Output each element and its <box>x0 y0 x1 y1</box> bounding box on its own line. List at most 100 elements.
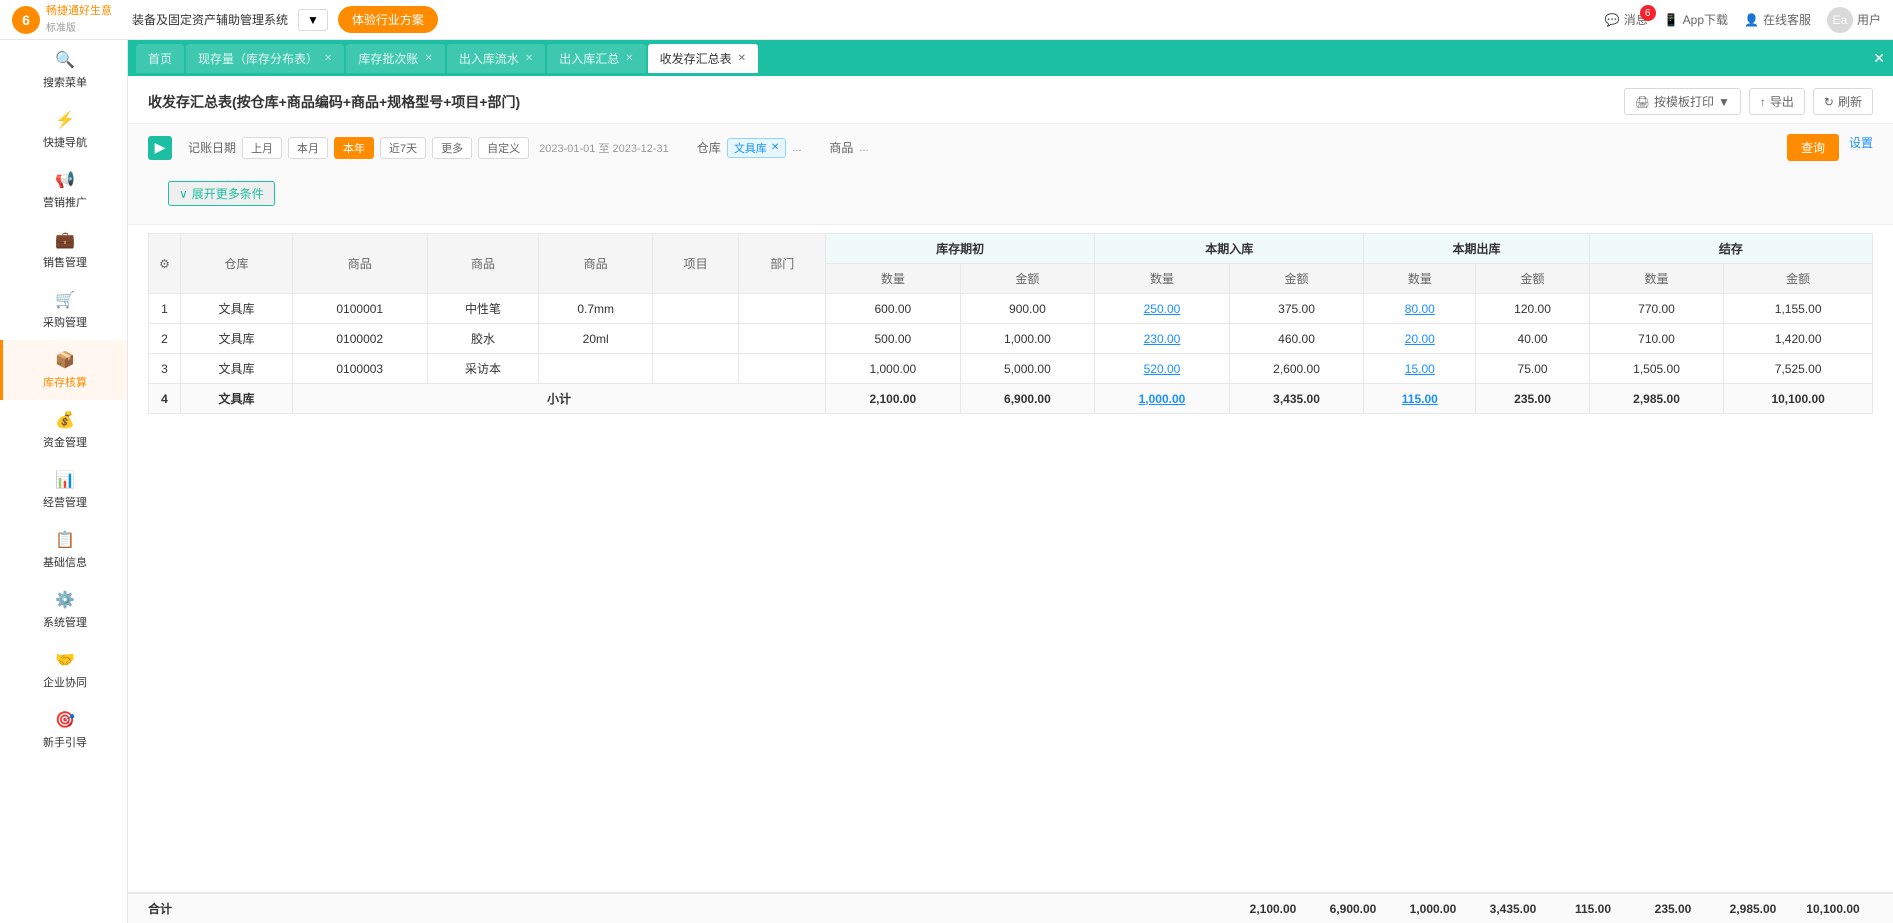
row-out-amt: 75.00 <box>1476 354 1589 384</box>
tab-recv-send-label: 收发存汇总表 <box>660 50 732 67</box>
export-label: 导出 <box>1770 93 1794 110</box>
tab-bar-close[interactable]: ✕ <box>1873 50 1885 67</box>
row-opening-amt: 5,000.00 <box>960 354 1095 384</box>
sidebar-label-finance: 资金管理 <box>43 434 87 450</box>
sales-icon: 💼 <box>55 230 75 250</box>
tab-inout-summary-label: 出入库汇总 <box>559 50 619 67</box>
inventory-icon: 📦 <box>55 350 75 370</box>
sidebar-item-sales[interactable]: 💼 销售管理 <box>0 220 127 280</box>
expand-conditions-button[interactable]: ∨ 展开更多条件 <box>168 181 275 206</box>
sidebar-item-system[interactable]: ⚙️ 系统管理 <box>0 580 127 640</box>
user-button[interactable]: Ea 用户 <box>1827 7 1881 33</box>
row-in-amt: 375.00 <box>1229 294 1364 324</box>
row-in-amt: 460.00 <box>1229 324 1364 354</box>
sub-warehouse: 文具库 <box>181 384 293 414</box>
tab-batch-label: 库存批次账 <box>358 50 418 67</box>
footer-opening-qty: 2,100.00 <box>1233 902 1313 916</box>
app-download-button[interactable]: 📱 App下载 <box>1664 11 1728 28</box>
tab-batch[interactable]: 库存批次账 ✕ <box>346 44 444 73</box>
date-btn-more[interactable]: 更多 <box>432 137 472 159</box>
sidebar-item-marketing[interactable]: 📢 营销推广 <box>0 160 127 220</box>
sidebar-item-business[interactable]: 📊 经营管理 <box>0 460 127 520</box>
logo-text: 畅捷通好生意 <box>46 5 112 18</box>
goods-filter: 商品 ... <box>829 139 868 156</box>
sidebar-item-finance[interactable]: 💰 资金管理 <box>0 400 127 460</box>
col-dept: 部门 <box>739 234 826 294</box>
row-spec: 0.7mm <box>539 294 652 324</box>
sub-balance-amt: 10,100.00 <box>1724 384 1873 414</box>
settings-link[interactable]: 设置 <box>1849 134 1873 151</box>
tab-recv-send-close[interactable]: ✕ <box>738 53 746 64</box>
warehouse-tag-text: 文具库 <box>734 140 767 156</box>
col-in-group: 本期入库 <box>1095 234 1364 264</box>
tab-inout-summary-close[interactable]: ✕ <box>625 53 633 64</box>
sidebar-label-system: 系统管理 <box>43 614 87 630</box>
online-service-label: 在线客服 <box>1763 11 1811 28</box>
date-btn-prev-month[interactable]: 上月 <box>242 137 282 159</box>
row-balance-qty: 710.00 <box>1589 324 1724 354</box>
warehouse-tag: 文具库 ✕ <box>727 138 786 158</box>
footer-in-amt: 3,435.00 <box>1473 902 1553 916</box>
sidebar-item-inventory[interactable]: 📦 库存核算 <box>0 340 127 400</box>
row-dept <box>739 324 826 354</box>
logo-area: 6 畅捷通好生意 标准版 <box>12 5 112 33</box>
tab-recv-send[interactable]: 收发存汇总表 ✕ <box>648 44 758 73</box>
sidebar-item-purchase[interactable]: 🛒 采购管理 <box>0 280 127 340</box>
online-service-button[interactable]: 👤 在线客服 <box>1744 11 1811 28</box>
refresh-button[interactable]: ↻ 刷新 <box>1813 88 1873 115</box>
logo-icon: 6 <box>12 6 40 34</box>
sub-out-amt: 235.00 <box>1476 384 1589 414</box>
main-container: 🔍 搜索菜单 ⚡ 快捷导航 📢 营销推广 💼 销售管理 🛒 采购管理 📦 <box>0 40 1893 923</box>
row-out-qty: 80.00 <box>1364 294 1476 324</box>
row-opening-qty: 500.00 <box>826 324 961 354</box>
table-row: 2 文具库 0100002 胶水 20ml 500.00 1,000.00 23… <box>149 324 1873 354</box>
refresh-label: 刷新 <box>1838 93 1862 110</box>
logo-text-area: 畅捷通好生意 标准版 <box>46 5 112 33</box>
tab-stock-dist-close[interactable]: ✕ <box>324 53 332 64</box>
sub-in-qty: 1,000.00 <box>1095 384 1230 414</box>
row-out-qty: 15.00 <box>1364 354 1476 384</box>
goods-more[interactable]: ... <box>859 142 868 154</box>
content-area: 首页 现存量（库存分布表） ✕ 库存批次账 ✕ 出入库流水 ✕ 出入库汇总 ✕ <box>128 40 1893 923</box>
tab-inout-flow[interactable]: 出入库流水 ✕ <box>447 44 545 73</box>
date-btn-7days[interactable]: 近7天 <box>380 137 426 159</box>
sidebar-item-corp[interactable]: 🤝 企业协同 <box>0 640 127 700</box>
system-dropdown[interactable]: ▼ <box>298 9 328 31</box>
filter-toggle[interactable]: ▶ <box>148 136 172 160</box>
message-button[interactable]: 💬 消息 6 <box>1605 11 1648 28</box>
row-code: 0100001 <box>292 294 427 324</box>
business-icon: 📊 <box>55 470 75 490</box>
sidebar-item-basic[interactable]: 📋 基础信息 <box>0 520 127 580</box>
tab-stock-dist[interactable]: 现存量（库存分布表） ✕ <box>186 44 344 73</box>
page-content: 收发存汇总表(按仓库+商品编码+商品+规格型号+项目+部门) 🖨 按模板打印 ▼… <box>128 76 1893 923</box>
row-code: 0100003 <box>292 354 427 384</box>
sidebar-item-newbie[interactable]: 🎯 新手引导 <box>0 700 127 760</box>
tab-batch-close[interactable]: ✕ <box>424 53 432 64</box>
date-btn-this-year[interactable]: 本年 <box>334 137 374 159</box>
expand-row: ∨ 展开更多条件 <box>168 181 275 206</box>
export-button[interactable]: ↑ 导出 <box>1749 88 1805 115</box>
sidebar-item-quick[interactable]: ⚡ 快捷导航 <box>0 100 127 160</box>
row-code: 0100002 <box>292 324 427 354</box>
sidebar-label-basic: 基础信息 <box>43 554 87 570</box>
sub-no: 4 <box>149 384 181 414</box>
warehouse-more[interactable]: ... <box>792 142 801 154</box>
sidebar-label-business: 经营管理 <box>43 494 87 510</box>
experience-button[interactable]: 体验行业方案 <box>338 6 438 33</box>
sidebar-item-search[interactable]: 🔍 搜索菜单 <box>0 40 127 100</box>
tab-inout-flow-close[interactable]: ✕ <box>525 53 533 64</box>
tab-inout-summary[interactable]: 出入库汇总 ✕ <box>547 44 645 73</box>
row-in-qty: 250.00 <box>1095 294 1230 324</box>
tab-home[interactable]: 首页 <box>136 44 184 73</box>
row-out-amt: 40.00 <box>1476 324 1589 354</box>
print-button[interactable]: 🖨 按模板打印 ▼ <box>1624 88 1741 115</box>
search-button[interactable]: 查询 <box>1787 134 1839 161</box>
sub-balance-qty: 2,985.00 <box>1589 384 1724 414</box>
row-in-qty: 230.00 <box>1095 324 1230 354</box>
date-btn-custom[interactable]: 自定义 <box>478 137 529 159</box>
warehouse-tag-close[interactable]: ✕ <box>771 142 779 153</box>
filter-row-main: ▶ 记账日期 上月 本月 本年 近7天 更多 自定义 2023-01-01 至 … <box>148 134 1873 161</box>
sidebar-label-inventory: 库存核算 <box>43 374 87 390</box>
col-name: 商品 <box>427 234 539 294</box>
date-btn-this-month[interactable]: 本月 <box>288 137 328 159</box>
